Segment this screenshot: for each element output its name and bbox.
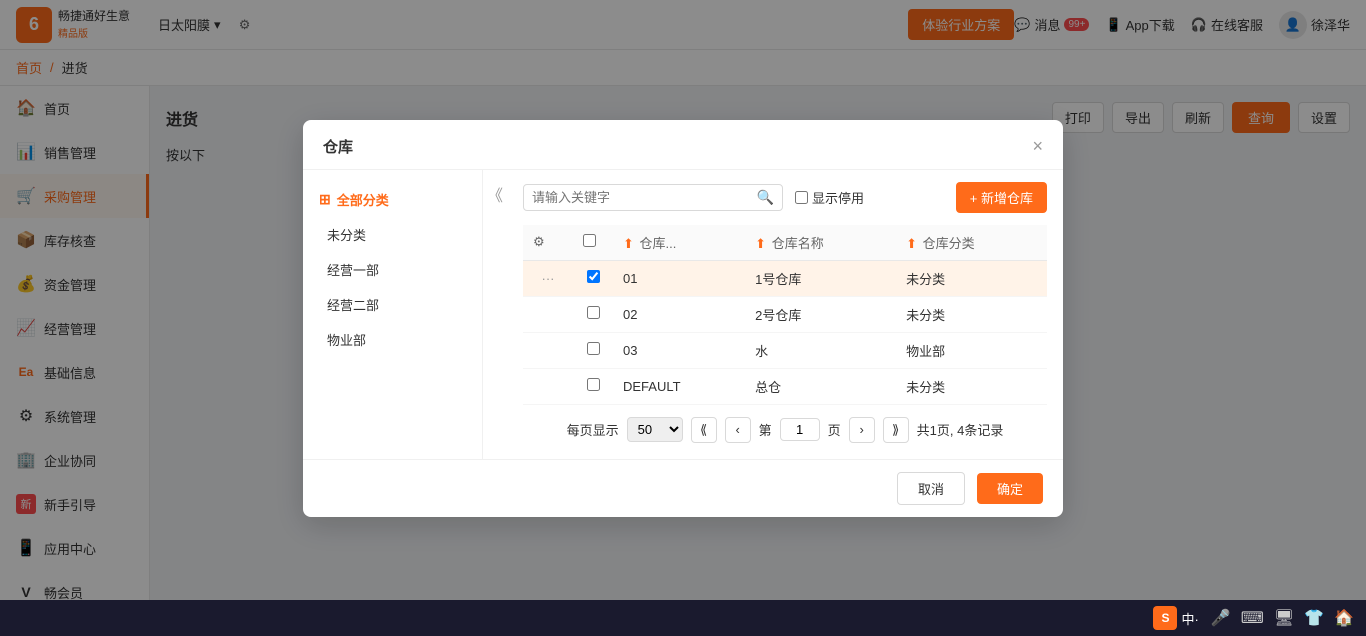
row-no: 02 bbox=[613, 296, 745, 332]
warehouse-table: ⚙ ⬆ 仓库... ⬆ bbox=[523, 225, 1047, 405]
th-name: ⬆ 仓库名称 bbox=[745, 225, 896, 261]
row-name: 1号仓库 bbox=[745, 260, 896, 296]
table-toolbar: 🔍 显示停用 + 新增仓库 bbox=[523, 182, 1047, 213]
row-no: 03 bbox=[613, 332, 745, 368]
row-name: 2号仓库 bbox=[745, 296, 896, 332]
all-categories-item[interactable]: ⊞ 全部分类 bbox=[303, 182, 482, 217]
row-no: DEFAULT bbox=[613, 368, 745, 404]
modal-header: 仓库 × bbox=[303, 120, 1063, 170]
shirt-icon[interactable]: 👕 bbox=[1304, 608, 1324, 628]
last-page-button[interactable]: ⟫ bbox=[883, 417, 909, 443]
collapse-panel-button[interactable]: 《 bbox=[483, 182, 507, 206]
table-row[interactable]: 03 水 物业部 bbox=[523, 332, 1047, 368]
row-name: 水 bbox=[745, 332, 896, 368]
th-no-label: 仓库... bbox=[640, 236, 677, 251]
row-name: 总仓 bbox=[745, 368, 896, 404]
warehouse-modal: 仓库 × ⊞ 全部分类 未分类 经营一部 经营二部 物业部 《 bbox=[303, 120, 1063, 517]
row-checkbox[interactable] bbox=[587, 306, 600, 319]
row-checkbox[interactable] bbox=[587, 378, 600, 391]
statusbar: S 中· 🎤 ⌨ 🖥 👕 🏠 bbox=[0, 600, 1366, 636]
row-checkbox-cell bbox=[573, 332, 613, 368]
th-no: ⬆ 仓库... bbox=[613, 225, 745, 261]
category-panel: ⊞ 全部分类 未分类 经营一部 经营二部 物业部 bbox=[303, 170, 483, 459]
page-label: 第 bbox=[759, 420, 772, 439]
row-actions: ··· bbox=[523, 260, 573, 296]
table-row[interactable]: 02 2号仓库 未分类 bbox=[523, 296, 1047, 332]
search-icon: 🔍 bbox=[757, 189, 774, 206]
row-checkbox-cell bbox=[573, 368, 613, 404]
table-container: ⚙ ⬆ 仓库... ⬆ bbox=[523, 225, 1047, 405]
row-checkbox-cell bbox=[573, 296, 613, 332]
per-page-select[interactable]: 50 100 bbox=[627, 417, 683, 442]
th-category: ⬆ 仓库分类 bbox=[896, 225, 1047, 261]
page-suffix: 页 bbox=[828, 420, 841, 439]
row-checkbox[interactable] bbox=[587, 342, 600, 355]
th-gear: ⚙ bbox=[523, 225, 573, 261]
monitor-icon[interactable]: 🖥 bbox=[1274, 608, 1294, 628]
search-box: 🔍 bbox=[523, 184, 783, 211]
th-checkbox bbox=[573, 225, 613, 261]
th-name-label: 仓库名称 bbox=[772, 236, 824, 251]
row-category: 物业部 bbox=[896, 332, 1047, 368]
confirm-button[interactable]: 确定 bbox=[977, 473, 1043, 504]
table-row[interactable]: DEFAULT 总仓 未分类 bbox=[523, 368, 1047, 404]
modal-footer: 取消 确定 bbox=[303, 459, 1063, 517]
all-categories-label: 全部分类 bbox=[337, 190, 389, 209]
row-category: 未分类 bbox=[896, 260, 1047, 296]
prev-page-button[interactable]: ‹ bbox=[725, 417, 751, 443]
grid-icon: ⊞ bbox=[319, 191, 331, 208]
table-body: ··· 01 1号仓库 未分类 02 2号仓库 未分类 bbox=[523, 260, 1047, 404]
modal-title: 仓库 bbox=[323, 136, 353, 157]
show-disabled-checkbox-label[interactable]: 显示停用 bbox=[795, 188, 864, 207]
row-category: 未分类 bbox=[896, 296, 1047, 332]
gear-icon: ⚙ bbox=[533, 234, 545, 249]
category-item-uncat[interactable]: 未分类 bbox=[303, 217, 482, 252]
status-icons-right: 🎤 ⌨ 🖥 👕 🏠 bbox=[1211, 608, 1354, 628]
show-disabled-label: 显示停用 bbox=[812, 188, 864, 207]
modal-close-button[interactable]: × bbox=[1032, 137, 1043, 155]
show-disabled-checkbox[interactable] bbox=[795, 191, 808, 204]
cancel-button[interactable]: 取消 bbox=[897, 472, 965, 505]
row-actions bbox=[523, 296, 573, 332]
table-header: ⚙ ⬆ 仓库... ⬆ bbox=[523, 225, 1047, 261]
row-category: 未分类 bbox=[896, 368, 1047, 404]
first-page-button[interactable]: ⟪ bbox=[691, 417, 717, 443]
select-all-checkbox[interactable] bbox=[583, 234, 596, 247]
status-brand: S 中· bbox=[1153, 606, 1198, 630]
row-no: 01 bbox=[613, 260, 745, 296]
microphone-icon[interactable]: 🎤 bbox=[1211, 608, 1231, 628]
table-panel: 🔍 显示停用 + 新增仓库 ⚙ bbox=[507, 170, 1063, 459]
s-icon: S bbox=[1153, 606, 1177, 630]
add-warehouse-button[interactable]: + 新增仓库 bbox=[956, 182, 1047, 213]
status-brand-text: 中· bbox=[1181, 609, 1198, 628]
row-actions bbox=[523, 368, 573, 404]
next-page-button[interactable]: › bbox=[849, 417, 875, 443]
row-actions bbox=[523, 332, 573, 368]
row-checkbox-cell bbox=[573, 260, 613, 296]
row-checkbox[interactable] bbox=[587, 270, 600, 283]
page-input[interactable] bbox=[780, 418, 820, 441]
table-row[interactable]: ··· 01 1号仓库 未分类 bbox=[523, 260, 1047, 296]
pagination: 每页显示 50 100 ⟪ ‹ 第 页 › ⟫ 共1页, 4条记录 bbox=[523, 405, 1047, 447]
per-page-label: 每页显示 bbox=[567, 420, 619, 439]
row-dots-icon: ··· bbox=[542, 271, 555, 286]
search-input[interactable] bbox=[532, 190, 751, 205]
modal-overlay: 仓库 × ⊞ 全部分类 未分类 经营一部 经营二部 物业部 《 bbox=[0, 0, 1366, 636]
th-category-label: 仓库分类 bbox=[923, 236, 975, 251]
modal-body: ⊞ 全部分类 未分类 经营一部 经营二部 物业部 《 🔍 bbox=[303, 170, 1063, 459]
house-icon[interactable]: 🏠 bbox=[1334, 608, 1354, 628]
category-item-dept1[interactable]: 经营一部 bbox=[303, 252, 482, 287]
category-item-dept2[interactable]: 经营二部 bbox=[303, 287, 482, 322]
category-item-property[interactable]: 物业部 bbox=[303, 322, 482, 357]
keyboard-icon[interactable]: ⌨ bbox=[1241, 608, 1264, 628]
total-label: 共1页, 4条记录 bbox=[917, 420, 1004, 439]
